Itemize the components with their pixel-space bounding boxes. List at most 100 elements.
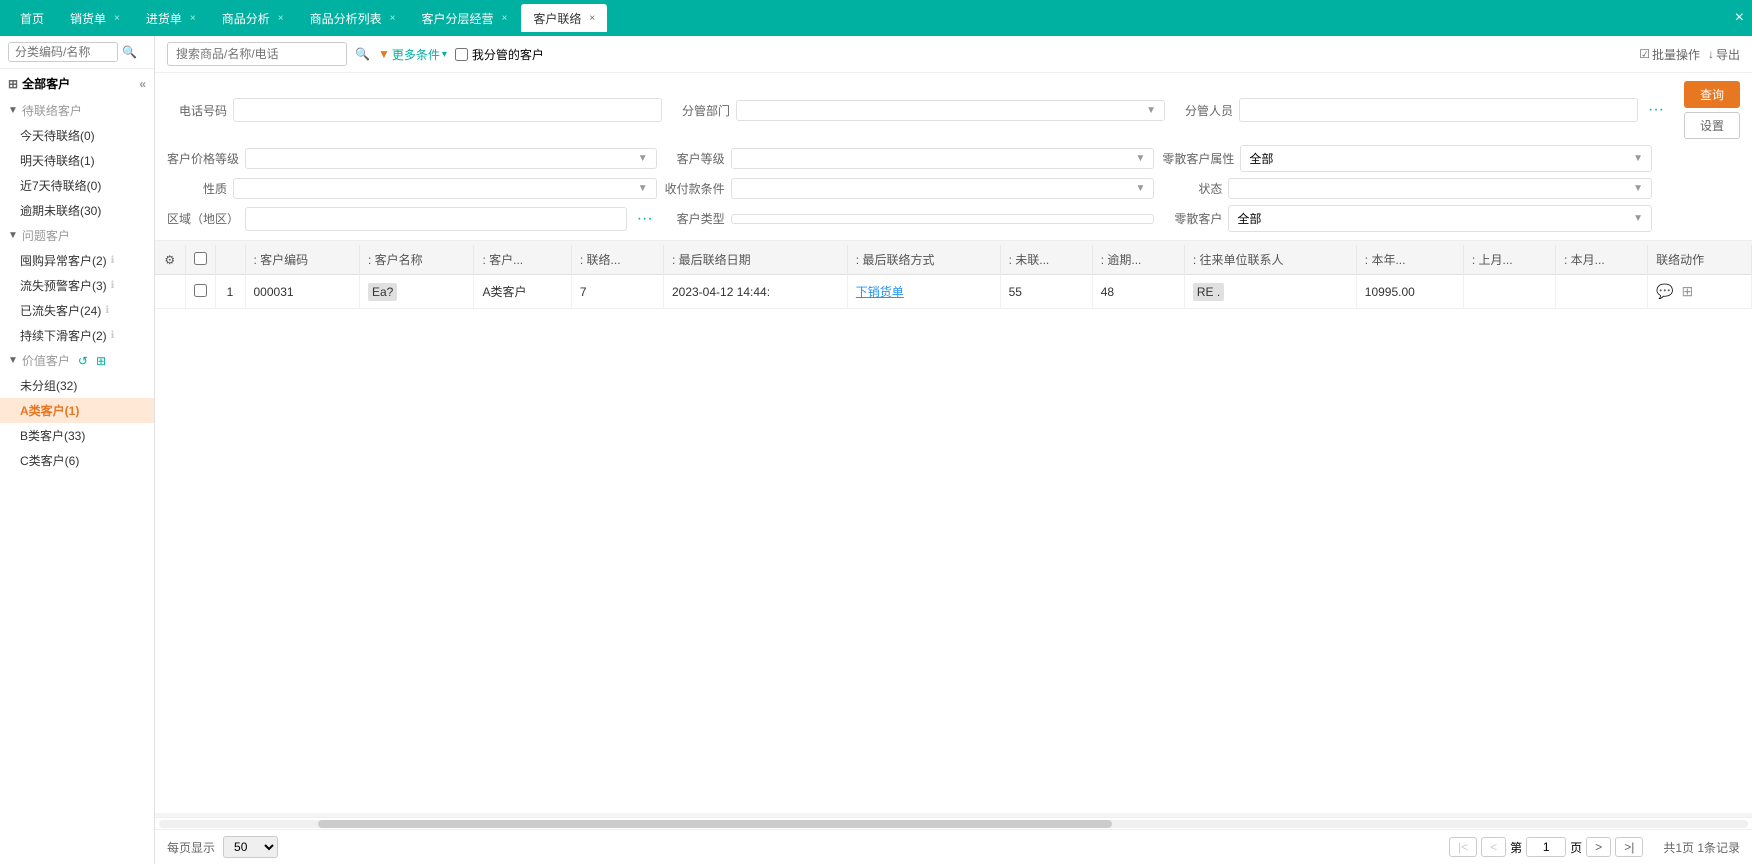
sidebar-item-today[interactable]: 今天待联络(0)	[0, 123, 154, 148]
sidebar-item-7days[interactable]: 近7天待联络(0)	[0, 173, 154, 198]
sidebar-collapse-button[interactable]: «	[139, 77, 146, 91]
pagination-bar: 每页显示 50 20 100 |< < 第 页 > >| 共1页 1条记录	[155, 829, 1752, 864]
tab-customer-segment[interactable]: 客户分层经营 ×	[409, 4, 519, 32]
my-customers-checkbox[interactable]	[455, 48, 468, 61]
page-number-input[interactable]	[1526, 837, 1566, 857]
sidebar-item-class-a[interactable]: A类客户(1)	[0, 398, 154, 423]
department-select[interactable]: ▼	[736, 100, 1165, 121]
prev-page-button[interactable]: <	[1481, 837, 1506, 857]
sidebar-all-customers[interactable]: ⊞ 全部客户 «	[0, 69, 154, 98]
tab-home[interactable]: 首页	[8, 4, 56, 32]
col-checkbox[interactable]	[185, 245, 215, 275]
scatter-attr-select[interactable]: 全部 ▼	[1240, 145, 1652, 172]
sidebar-section-value[interactable]: ▼ 价值客户 ↺ ⊞	[0, 348, 154, 373]
sidebar-search-input[interactable]	[8, 42, 118, 62]
customer-table-area: ⚙ : 客户编码 : 客户名称 : 客户...	[155, 245, 1752, 813]
page-size-select[interactable]: 50 20 100	[223, 836, 278, 858]
customer-level-select[interactable]: ▼	[731, 148, 1155, 169]
customer-type-select[interactable]	[731, 214, 1155, 224]
tab-sales-close[interactable]: ×	[114, 13, 120, 24]
sidebar-item-overdue[interactable]: 逾期未联络(30)	[0, 198, 154, 223]
search-input[interactable]	[167, 42, 347, 66]
col-code[interactable]: : 客户编码	[245, 245, 359, 275]
tab-customer-contact-close[interactable]: ×	[589, 13, 595, 24]
tab-purchase-order[interactable]: 进货单 ×	[134, 4, 208, 32]
message-action-icon[interactable]: 💬	[1656, 283, 1673, 300]
tab-purchase-close[interactable]: ×	[190, 13, 196, 24]
sidebar-search-icon[interactable]: 🔍	[122, 45, 137, 59]
sidebar-section-problem[interactable]: ▼ 问题客户	[0, 223, 154, 248]
tab-product-analysis-list[interactable]: 商品分析列表 ×	[298, 4, 408, 32]
search-button[interactable]: 🔍	[355, 47, 370, 61]
col-name[interactable]: : 客户名称	[359, 245, 473, 275]
region-more-icon[interactable]: ···	[633, 210, 657, 228]
row-last-method-link[interactable]: 下销货单	[856, 285, 904, 299]
col-code-label: : 客户编码	[254, 253, 309, 267]
scatter-customer-select[interactable]: 全部 ▼	[1228, 205, 1652, 232]
value-settings-icon[interactable]: ⊞	[96, 354, 106, 368]
status-select[interactable]: ▼	[1228, 178, 1652, 199]
sidebar-item-class-b[interactable]: B类客户(33)	[0, 423, 154, 448]
col-contact-count[interactable]: : 联络...	[571, 245, 663, 275]
col-level[interactable]: : 客户...	[474, 245, 571, 275]
row-last-method[interactable]: 下销货单	[847, 275, 1000, 309]
next-page-button[interactable]: >	[1586, 837, 1611, 857]
my-customers-filter[interactable]: 我分管的客户	[455, 46, 544, 63]
more-action-icon[interactable]: ⊞	[1682, 283, 1694, 300]
value-refresh-icon[interactable]: ↺	[78, 354, 88, 368]
horizontal-scrollbar[interactable]	[155, 817, 1752, 829]
col-name-label: : 客户名称	[368, 253, 423, 267]
tab-product-analysis[interactable]: 商品分析 ×	[210, 4, 296, 32]
close-all-button[interactable]: ×	[1735, 9, 1744, 27]
col-not-contacted[interactable]: : 未联...	[1000, 245, 1092, 275]
more-filters-button[interactable]: ▼ 更多条件 ▾	[378, 46, 447, 63]
sidebar-item-churn-warning[interactable]: 流失预警客户(3) ℹ	[0, 273, 154, 298]
manager-input[interactable]	[1239, 98, 1638, 122]
tab-product-analysis-close[interactable]: ×	[278, 13, 284, 24]
region-input[interactable]	[245, 207, 627, 231]
tab-customer-segment-close[interactable]: ×	[501, 13, 507, 24]
sidebar-item-tomorrow[interactable]: 明天待联络(1)	[0, 148, 154, 173]
tab-sales-order[interactable]: 销货单 ×	[58, 4, 132, 32]
department-label: 分管部门	[670, 102, 730, 119]
col-last-date[interactable]: : 最后联络日期	[663, 245, 847, 275]
col-gear[interactable]: ⚙	[155, 245, 185, 275]
phone-input[interactable]	[233, 98, 662, 122]
tab-product-analysis-label: 商品分析	[222, 10, 270, 27]
filter-manager: 分管人员 ···	[1173, 98, 1668, 122]
sidebar-section-pending[interactable]: ▼ 待联络客户	[0, 98, 154, 123]
query-button[interactable]: 查询	[1684, 81, 1740, 108]
sidebar-item-ungrouped[interactable]: 未分组(32)	[0, 373, 154, 398]
nature-select[interactable]: ▼	[233, 178, 657, 199]
row-last-date: 2023-04-12 14:44:	[663, 275, 847, 309]
col-overdue[interactable]: : 逾期...	[1092, 245, 1184, 275]
filter-region: 区域（地区） ···	[167, 207, 657, 231]
last-page-button[interactable]: >|	[1615, 837, 1643, 857]
settings-button[interactable]: 设置	[1684, 112, 1740, 139]
col-last-month[interactable]: : 上月...	[1463, 245, 1555, 275]
first-page-button[interactable]: |<	[1449, 837, 1477, 857]
sidebar-item-declining[interactable]: 持续下滑客户(2) ℹ	[0, 323, 154, 348]
col-last-method[interactable]: : 最后联络方式	[847, 245, 1000, 275]
sidebar-item-class-c[interactable]: C类客户(6)	[0, 448, 154, 473]
export-button[interactable]: ↓ 导出	[1708, 46, 1740, 63]
sidebar-item-hoard[interactable]: 囤购异常客户(2) ℹ	[0, 248, 154, 273]
tab-customer-contact[interactable]: 客户联络 ×	[521, 4, 607, 32]
price-level-select[interactable]: ▼	[245, 148, 657, 169]
row-checkbox[interactable]	[185, 275, 215, 309]
col-current-month[interactable]: : 本月...	[1556, 245, 1648, 275]
manager-more-icon[interactable]: ···	[1644, 101, 1668, 119]
col-contact-person[interactable]: : 往来单位联系人	[1184, 245, 1356, 275]
scroll-thumb[interactable]	[318, 820, 1113, 828]
row-select-checkbox[interactable]	[194, 284, 207, 297]
select-all-checkbox[interactable]	[194, 252, 207, 265]
col-current-year[interactable]: : 本年...	[1356, 245, 1463, 275]
filter-row-1: 电话号码 分管部门 ▼ 分管人员 ··· 查询 设置	[167, 81, 1740, 139]
filter-scatter-customer: 零散客户 全部 ▼	[1162, 205, 1652, 232]
tab-product-analysis-list-close[interactable]: ×	[390, 13, 396, 24]
filter-row-2: 客户价格等级 ▼ 客户等级 ▼ 零散客户属性 全部	[167, 145, 1740, 172]
batch-operation-button[interactable]: ☑ 批量操作	[1639, 46, 1700, 63]
sidebar-item-churned[interactable]: 已流失客户(24) ℹ	[0, 298, 154, 323]
more-filters-label: 更多条件	[392, 46, 440, 63]
payment-select[interactable]: ▼	[731, 178, 1155, 199]
